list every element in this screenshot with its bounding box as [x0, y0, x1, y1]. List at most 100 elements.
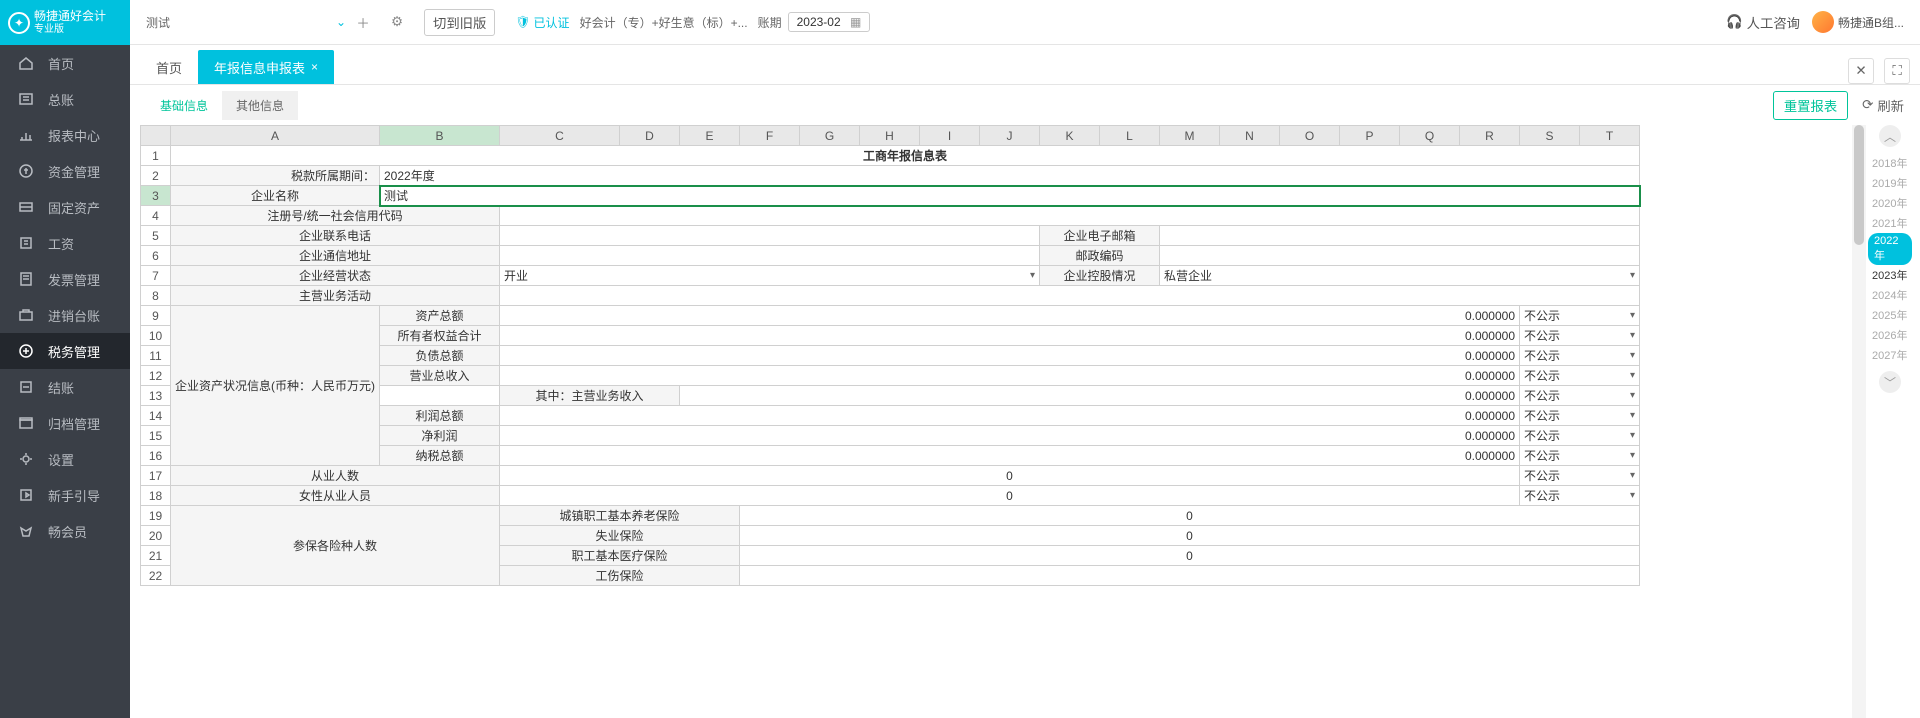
nav-label: 资金管理	[48, 162, 100, 181]
company-selector[interactable]: 测试 ⌄	[146, 14, 346, 31]
row-header[interactable]: 11	[141, 346, 171, 366]
year-2018年[interactable]: 2018年	[1868, 153, 1912, 173]
row-header[interactable]: 16	[141, 446, 171, 466]
col-header[interactable]: P	[1340, 126, 1400, 146]
spreadsheet[interactable]: ABCDEFGHIJKLMNOPQRST1工商年报信息表2税款所属期间：2022…	[140, 125, 1860, 718]
year-2026年[interactable]: 2026年	[1868, 325, 1912, 345]
holding-cell[interactable]: 私营企业	[1160, 266, 1640, 286]
fullscreen-button[interactable]: ⛶	[1884, 58, 1910, 84]
row-header[interactable]: 18	[141, 486, 171, 506]
col-header[interactable]: K	[1040, 126, 1100, 146]
col-header[interactable]: H	[860, 126, 920, 146]
col-header[interactable]: T	[1580, 126, 1640, 146]
tab-home[interactable]: 首页	[140, 50, 198, 84]
nav-archive[interactable]: 归档管理	[0, 405, 130, 441]
business-status-cell[interactable]: 开业	[500, 266, 1040, 286]
publish-cell[interactable]: 不公示	[1520, 306, 1640, 326]
row-header[interactable]: 15	[141, 426, 171, 446]
subtab-basic[interactable]: 基础信息	[146, 91, 222, 120]
vertical-scrollbar[interactable]	[1852, 125, 1866, 718]
publish-cell[interactable]: 不公示	[1520, 366, 1640, 386]
nav-settings[interactable]: 设置	[0, 441, 130, 477]
nav-guide[interactable]: 新手引导	[0, 477, 130, 513]
year-2024年[interactable]: 2024年	[1868, 285, 1912, 305]
company-name-cell[interactable]: 测试	[380, 186, 1640, 206]
close-icon[interactable]: ×	[311, 60, 318, 74]
col-header[interactable]: J	[980, 126, 1040, 146]
year-2027年[interactable]: 2027年	[1868, 345, 1912, 365]
year-2023年[interactable]: 2023年	[1868, 265, 1912, 285]
year-2025年[interactable]: 2025年	[1868, 305, 1912, 325]
row-header[interactable]: 20	[141, 526, 171, 546]
row-header[interactable]: 19	[141, 506, 171, 526]
nav-tax[interactable]: 税务管理	[0, 333, 130, 369]
publish-cell[interactable]: 不公示	[1520, 386, 1640, 406]
row-header[interactable]: 14	[141, 406, 171, 426]
nav-ledger[interactable]: 总账	[0, 81, 130, 117]
row-header[interactable]: 13	[141, 386, 171, 406]
row-header[interactable]: 1	[141, 146, 171, 166]
col-header[interactable]: R	[1460, 126, 1520, 146]
close-tab-button[interactable]: ✕	[1848, 58, 1874, 84]
row-header[interactable]: 5	[141, 226, 171, 246]
row-header[interactable]: 8	[141, 286, 171, 306]
nav-stock[interactable]: 进销台账	[0, 297, 130, 333]
nav-money[interactable]: 资金管理	[0, 153, 130, 189]
user-menu[interactable]: 畅捷通B组...	[1812, 11, 1904, 33]
col-header[interactable]: E	[680, 126, 740, 146]
col-header[interactable]: Q	[1400, 126, 1460, 146]
row-header[interactable]: 3	[141, 186, 171, 206]
settings-icon-button[interactable]: ⚙	[384, 9, 410, 35]
nav-asset[interactable]: 固定资产	[0, 189, 130, 225]
year-2021年[interactable]: 2021年	[1868, 213, 1912, 233]
col-header[interactable]: D	[620, 126, 680, 146]
nav-home[interactable]: 首页	[0, 45, 130, 81]
col-header[interactable]: N	[1220, 126, 1280, 146]
nav-vip[interactable]: 畅会员	[0, 513, 130, 549]
publish-cell[interactable]: 不公示	[1520, 346, 1640, 366]
refresh-button[interactable]: ⟳ 刷新	[1862, 96, 1904, 115]
year-up-button[interactable]: ︿	[1879, 125, 1901, 147]
row-header[interactable]: 10	[141, 326, 171, 346]
year-down-button[interactable]: ﹀	[1879, 371, 1901, 393]
reset-report-button[interactable]: 重置报表	[1773, 91, 1848, 120]
row-header[interactable]: 6	[141, 246, 171, 266]
col-header[interactable]: S	[1520, 126, 1580, 146]
row-header[interactable]: 22	[141, 566, 171, 586]
row-header[interactable]: 17	[141, 466, 171, 486]
row-header[interactable]: 2	[141, 166, 171, 186]
col-header[interactable]: G	[800, 126, 860, 146]
publish-cell[interactable]: 不公示	[1520, 426, 1640, 446]
col-header[interactable]: B	[380, 126, 500, 146]
publish-cell[interactable]: 不公示	[1520, 406, 1640, 426]
year-2019年[interactable]: 2019年	[1868, 173, 1912, 193]
subtab-other[interactable]: 其他信息	[222, 91, 298, 120]
publish-cell[interactable]: 不公示	[1520, 446, 1640, 466]
col-header[interactable]: I	[920, 126, 980, 146]
col-header[interactable]: O	[1280, 126, 1340, 146]
tab-annual-report[interactable]: 年报信息申报表 ×	[198, 50, 334, 84]
year-2020年[interactable]: 2020年	[1868, 193, 1912, 213]
row-header[interactable]: 7	[141, 266, 171, 286]
nav-chart[interactable]: 报表中心	[0, 117, 130, 153]
support-button[interactable]: 🎧 人工咨询	[1726, 9, 1800, 35]
col-header[interactable]: C	[500, 126, 620, 146]
switch-old-button[interactable]: 切到旧版	[424, 9, 495, 36]
add-button[interactable]: ＋	[350, 9, 376, 35]
row-header[interactable]: 21	[141, 546, 171, 566]
nav-invoice[interactable]: 发票管理	[0, 261, 130, 297]
col-header[interactable]: A	[171, 126, 380, 146]
row-header[interactable]: 9	[141, 306, 171, 326]
nav-salary[interactable]: 工资	[0, 225, 130, 261]
publish-cell[interactable]: 不公示	[1520, 326, 1640, 346]
year-2022年[interactable]: 2022年	[1868, 233, 1912, 265]
col-header[interactable]: F	[740, 126, 800, 146]
period-selector[interactable]: 2023-02 ▦	[788, 12, 871, 32]
col-header[interactable]: L	[1100, 126, 1160, 146]
row-header[interactable]: 12	[141, 366, 171, 386]
nav-close[interactable]: 结账	[0, 369, 130, 405]
col-header[interactable]	[141, 126, 171, 146]
year-rail: ︿ 2018年2019年2020年2021年2022年2023年2024年202…	[1868, 125, 1912, 393]
col-header[interactable]: M	[1160, 126, 1220, 146]
row-header[interactable]: 4	[141, 206, 171, 226]
